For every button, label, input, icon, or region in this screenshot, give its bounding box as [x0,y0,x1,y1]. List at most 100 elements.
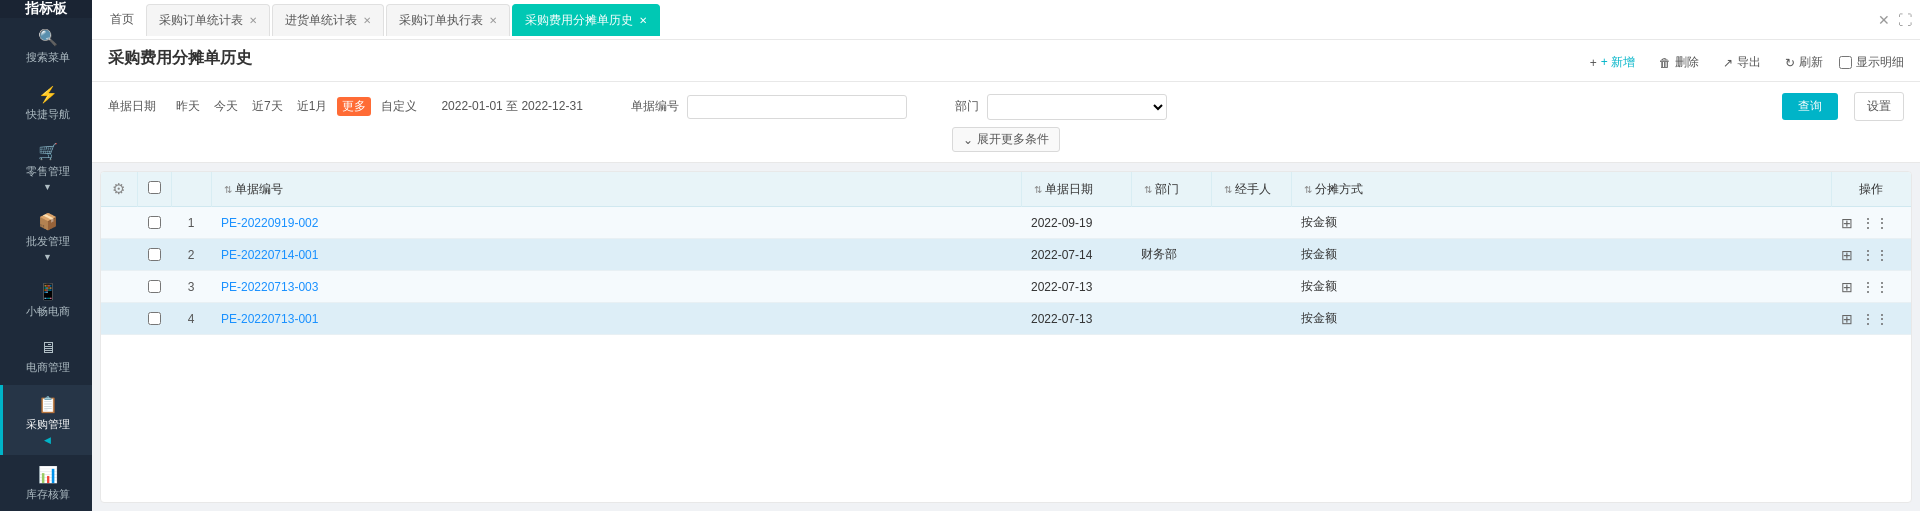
tab-bar: 首页 采购订单统计表 ✕ 进货单统计表 ✕ 采购订单执行表 ✕ 采购费用分摊单历… [92,0,1920,40]
more-icon[interactable]: ⋮⋮ [1861,247,1889,263]
docno-link[interactable]: PE-20220919-002 [221,216,318,230]
col-splitway-label: 分摊方式 [1315,182,1363,196]
docno-link[interactable]: PE-20220713-001 [221,312,318,326]
cell-checkbox[interactable] [137,271,171,303]
select-all-checkbox[interactable] [148,181,161,194]
docno-input[interactable] [687,95,907,119]
edit-icon[interactable]: ⊞ [1841,311,1853,327]
close-icon[interactable]: ✕ [639,15,647,26]
tab-label: 采购订单执行表 [399,12,483,29]
cell-docno[interactable]: PE-20220713-003 [211,271,1021,303]
edit-icon[interactable]: ⊞ [1841,279,1853,295]
add-button[interactable]: + + 新增 [1582,51,1643,74]
sidebar-item-wholesale[interactable]: 📦 批发管理 ▼ [0,202,92,272]
row-checkbox[interactable] [148,248,161,261]
sidebar-item-label: 小畅电商 [26,304,70,319]
edit-icon[interactable]: ⊞ [1841,247,1853,263]
more-icon[interactable]: ⋮⋮ [1861,311,1889,327]
cell-handler [1211,207,1291,239]
expand-label: 展开更多条件 [977,131,1049,148]
sidebar-item-search[interactable]: 🔍 搜索菜单 [0,18,92,75]
sidebar-item-label: 批发管理 [26,234,70,249]
shortcut-today[interactable]: 今天 [210,97,242,116]
cell-docno[interactable]: PE-20220919-002 [211,207,1021,239]
cell-checkbox[interactable] [137,207,171,239]
shortcut-yesterday[interactable]: 昨天 [172,97,204,116]
main-content: 首页 采购订单统计表 ✕ 进货单统计表 ✕ 采购订单执行表 ✕ 采购费用分摊单历… [92,0,1920,511]
docno-link[interactable]: PE-20220713-003 [221,280,318,294]
col-checkbox-header[interactable] [137,172,171,207]
export-icon: ↗ [1723,56,1733,70]
refresh-label: 刷新 [1799,54,1823,71]
more-icon[interactable]: ⋮⋮ [1861,279,1889,295]
close-icon[interactable]: ✕ [363,15,371,26]
mobile-icon: 📱 [38,282,58,301]
date-range-display: 2022-01-01 至 2022-12-31 [441,98,582,115]
settings-gear-icon[interactable]: ⚙ [112,180,125,197]
dept-select[interactable] [987,94,1167,120]
tab-label: 进货单统计表 [285,12,357,29]
close-icon[interactable]: ✕ [489,15,497,26]
settings-button[interactable]: 设置 [1854,92,1904,121]
docno-link[interactable]: PE-20220714-001 [221,248,318,262]
shortcut-custom[interactable]: 自定义 [377,97,421,116]
row-checkbox[interactable] [148,280,161,293]
expand-filter-button[interactable]: ⌄ 展开更多条件 [952,127,1060,152]
col-handler-header[interactable]: ⇅ 经手人 [1211,172,1291,207]
table-row: 3 PE-20220713-003 2022-07-13 按金额 ⊞ ⋮⋮ [101,271,1911,303]
more-icon[interactable]: ⋮⋮ [1861,215,1889,231]
sidebar-item-inventory[interactable]: 📊 库存核算 [0,455,92,511]
cell-checkbox[interactable] [137,303,171,335]
export-button[interactable]: ↗ 导出 [1715,51,1769,74]
cell-docno[interactable]: PE-20220713-001 [211,303,1021,335]
sidebar-item-shortcut[interactable]: ⚡ 快捷导航 [0,75,92,132]
shortcut-7days[interactable]: 近7天 [248,97,287,116]
sidebar-item-mobile[interactable]: 📱 小畅电商 [0,272,92,329]
wholesale-icon: 📦 [38,212,58,231]
filter-row-1: 单据日期 昨天 今天 近7天 近1月 更多 自定义 2022-01-01 至 2… [108,92,1904,121]
col-docno-label: 单据编号 [235,182,283,196]
docno-filter-label: 单据编号 [631,98,679,115]
sidebar-item-label: 电商管理 [26,360,70,375]
col-docno-header[interactable]: ⇅ 单据编号 [211,172,1021,207]
shortcut-1month[interactable]: 近1月 [293,97,332,116]
add-label: + 新增 [1601,54,1635,71]
cell-settings [101,239,137,271]
cell-action: ⊞ ⋮⋮ [1831,271,1911,303]
sidebar-item-purchase[interactable]: 📋 采购管理 ◀ [0,385,92,455]
show-columns-checkbox[interactable] [1839,56,1852,69]
tab-purchase-order-exec[interactable]: 采购订单执行表 ✕ [386,4,510,36]
export-label: 导出 [1737,54,1761,71]
tab-purchase-order-stat[interactable]: 采购订单统计表 ✕ [146,4,270,36]
row-checkbox[interactable] [148,312,161,325]
retail-icon: 🛒 [38,142,58,161]
col-date-header[interactable]: ⇅ 单据日期 [1021,172,1131,207]
col-splitway-header[interactable]: ⇅ 分摊方式 [1291,172,1831,207]
sidebar-item-label: 零售管理 [26,164,70,179]
sidebar-item-ecommerce[interactable]: 🖥 电商管理 [0,329,92,385]
shortcut-more[interactable]: 更多 [337,97,371,116]
cell-docno[interactable]: PE-20220714-001 [211,239,1021,271]
row-checkbox[interactable] [148,216,161,229]
tab-actions: ✕ ⛶ [1878,12,1912,28]
cell-splitway: 按金额 [1291,207,1831,239]
window-close-icon[interactable]: ✕ [1878,12,1890,28]
tab-purchase-cost-hist[interactable]: 采购费用分摊单历史 ✕ [512,4,660,36]
cell-date: 2022-09-19 [1021,207,1131,239]
cell-checkbox[interactable] [137,239,171,271]
tab-inbound-stat[interactable]: 进货单统计表 ✕ [272,4,384,36]
tab-home[interactable]: 首页 [100,11,144,28]
close-icon[interactable]: ✕ [249,15,257,26]
sidebar-item-retail[interactable]: 🛒 零售管理 ▼ [0,132,92,202]
search-button[interactable]: 查询 [1782,93,1838,120]
cell-action: ⊞ ⋮⋮ [1831,239,1911,271]
col-settings[interactable]: ⚙ [101,172,137,207]
col-dept-header[interactable]: ⇅ 部门 [1131,172,1211,207]
edit-icon[interactable]: ⊞ [1841,215,1853,231]
delete-button[interactable]: 🗑 删除 [1651,51,1707,74]
cell-handler [1211,239,1291,271]
show-columns-checkbox-group[interactable]: 显示明细 [1839,54,1904,71]
window-maximize-icon[interactable]: ⛶ [1898,12,1912,28]
col-dept-label: 部门 [1155,182,1179,196]
refresh-button[interactable]: ↻ 刷新 [1777,51,1831,74]
